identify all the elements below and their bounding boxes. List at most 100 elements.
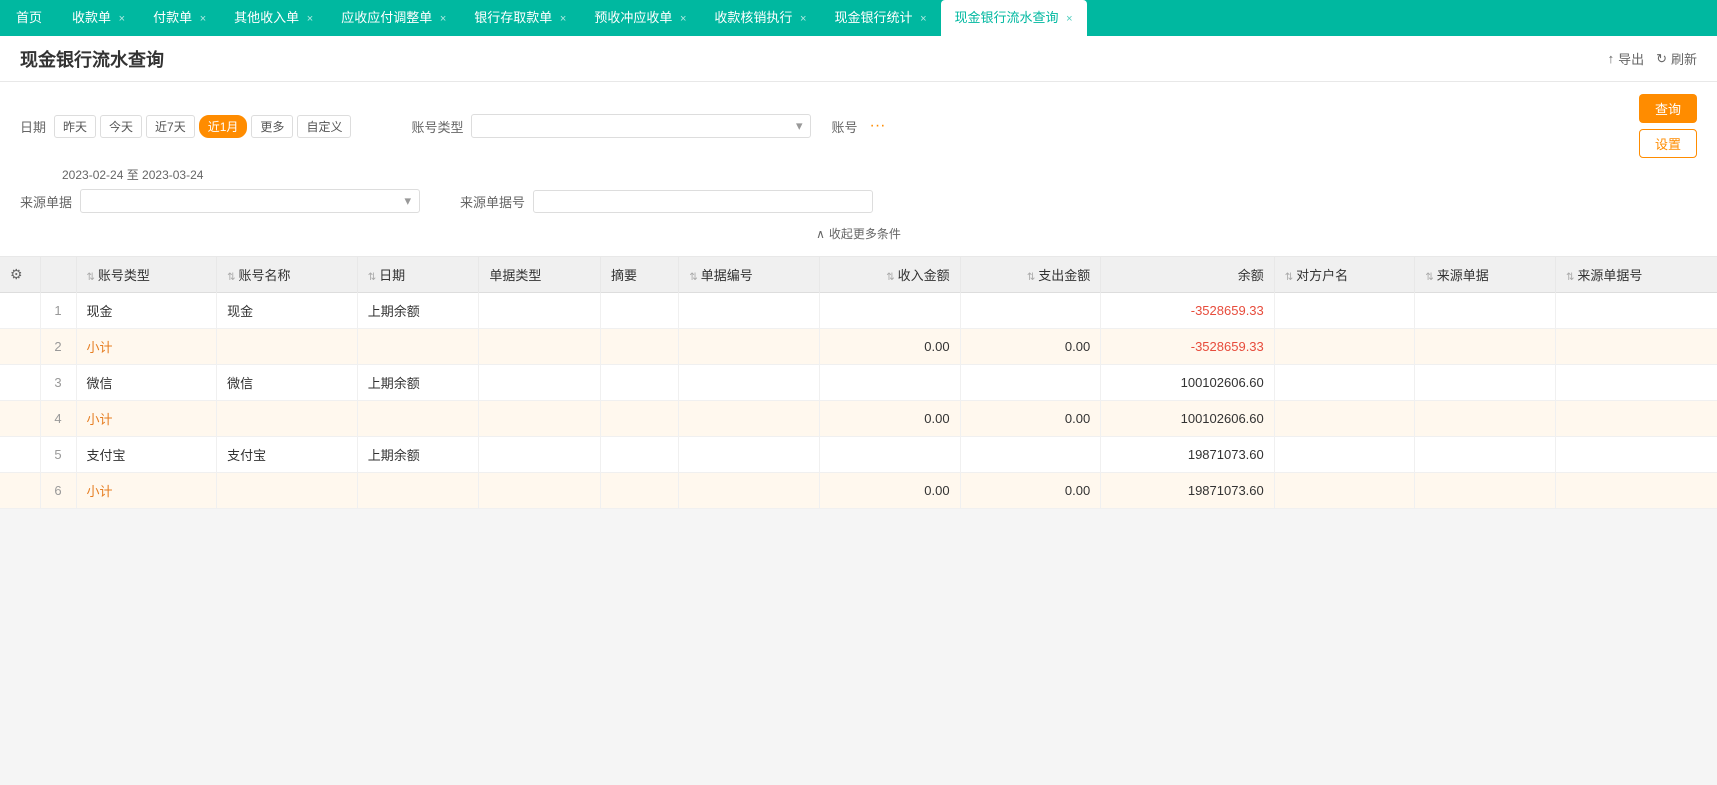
date-btn-yesterday[interactable]: 昨天	[54, 115, 96, 138]
chevron-down-icon: ▾	[796, 118, 803, 134]
row-expense	[960, 293, 1101, 329]
row-source-doc	[1415, 365, 1556, 401]
row-source-doc-no	[1556, 473, 1717, 509]
row-doc-type	[479, 437, 601, 473]
row-num: 5	[40, 437, 76, 473]
row-num: 1	[40, 293, 76, 329]
date-btn-today[interactable]: 今天	[100, 115, 142, 138]
source-doc-no-filter-group: 来源单据号	[460, 190, 873, 213]
row-summary	[601, 401, 679, 437]
row-counterpart	[1274, 365, 1415, 401]
row-account-name: 微信	[217, 365, 358, 401]
nav-home[interactable]: 首页	[0, 0, 58, 36]
date-btn-7days[interactable]: 近7天	[146, 115, 195, 138]
col-date[interactable]: ⇅日期	[357, 257, 479, 293]
row-source-doc-no	[1556, 401, 1717, 437]
account-more-button[interactable]: ···	[865, 117, 889, 135]
chevron-down-icon-2: ▾	[404, 193, 411, 209]
date-btn-custom[interactable]: 自定义	[297, 115, 351, 138]
close-icon[interactable]: ×	[800, 13, 806, 25]
row-account-name	[217, 473, 358, 509]
filter-row-1: 日期 昨天 今天 近7天 近1月 更多 自定义 账号类型 ▾ 账号 ···	[20, 94, 1697, 158]
settings-button[interactable]: 设置	[1639, 129, 1697, 158]
nav-tab-应收应付调整单[interactable]: 应收应付调整单 ×	[327, 0, 460, 36]
col-account-type[interactable]: ⇅账号类型	[76, 257, 217, 293]
row-income	[819, 293, 960, 329]
row-date	[357, 329, 479, 365]
col-account-name[interactable]: ⇅账号名称	[217, 257, 358, 293]
row-num: 4	[40, 401, 76, 437]
row-doc-type	[479, 329, 601, 365]
row-income	[819, 365, 960, 401]
row-expense	[960, 437, 1101, 473]
row-counterpart	[1274, 473, 1415, 509]
row-num: 6	[40, 473, 76, 509]
date-btn-more[interactable]: 更多	[251, 115, 293, 138]
row-source-doc	[1415, 401, 1556, 437]
collapse-bar[interactable]: ∧ 收起更多条件	[20, 221, 1697, 244]
collapse-icon: ∧	[816, 227, 825, 241]
gear-icon[interactable]: ⚙	[10, 266, 23, 282]
nav-tab-收款核销执行[interactable]: 收款核销执行 ×	[700, 0, 820, 36]
col-doc-type: 单据类型	[479, 257, 601, 293]
data-table: ⚙ ⇅账号类型 ⇅账号名称 ⇅日期 单据类型 摘要 ⇅单据编号 ⇅收入金额 ⇅支…	[0, 257, 1717, 509]
row-doc-no	[679, 473, 820, 509]
row-account-type: 支付宝	[76, 437, 217, 473]
table-header-row: ⚙ ⇅账号类型 ⇅账号名称 ⇅日期 单据类型 摘要 ⇅单据编号 ⇅收入金额 ⇅支…	[0, 257, 1717, 293]
source-doc-select[interactable]: ▾	[80, 189, 420, 213]
nav-tab-收款单[interactable]: 收款单 ×	[58, 0, 139, 36]
nav-tab-现金银行统计[interactable]: 现金银行统计 ×	[820, 0, 940, 36]
row-balance: 19871073.60	[1101, 437, 1275, 473]
row-settings-cell	[0, 329, 40, 365]
account-type-filter-group: 账号类型 ▾	[411, 114, 811, 138]
filter-row-2: 来源单据 ▾ 来源单据号	[20, 189, 1697, 213]
row-doc-type	[479, 401, 601, 437]
export-button[interactable]: ↑ 导出	[1608, 49, 1645, 68]
refresh-button[interactable]: ↻ 刷新	[1656, 49, 1697, 68]
refresh-icon: ↻	[1656, 51, 1667, 67]
nav-tab-现金银行流水查询[interactable]: 现金银行流水查询 ×	[941, 0, 1087, 36]
account-type-label: 账号类型	[411, 117, 463, 136]
source-doc-no-input[interactable]	[533, 190, 873, 213]
col-expense[interactable]: ⇅支出金额	[960, 257, 1101, 293]
close-icon[interactable]: ×	[200, 13, 206, 25]
row-date	[357, 473, 479, 509]
row-expense	[960, 365, 1101, 401]
row-doc-type	[479, 293, 601, 329]
close-icon[interactable]: ×	[1066, 13, 1072, 25]
close-icon[interactable]: ×	[680, 13, 686, 25]
table-row: 3 微信 微信 上期余额 100102606.60	[0, 365, 1717, 401]
close-icon[interactable]: ×	[560, 13, 566, 25]
account-type-select[interactable]: ▾	[471, 114, 811, 138]
col-source-doc-no[interactable]: ⇅来源单据号	[1556, 257, 1717, 293]
row-balance: 100102606.60	[1101, 365, 1275, 401]
row-source-doc	[1415, 473, 1556, 509]
col-counterpart[interactable]: ⇅对方户名	[1274, 257, 1415, 293]
row-summary	[601, 365, 679, 401]
table-row: 4 小计 0.00 0.00 100102606.60	[0, 401, 1717, 437]
col-doc-no[interactable]: ⇅单据编号	[679, 257, 820, 293]
row-account-type: 现金	[76, 293, 217, 329]
close-icon[interactable]: ×	[920, 13, 926, 25]
nav-tab-其他收入单[interactable]: 其他收入单 ×	[220, 0, 327, 36]
nav-tab-预收冲应收单[interactable]: 预收冲应收单 ×	[580, 0, 700, 36]
nav-tab-付款单[interactable]: 付款单 ×	[139, 0, 220, 36]
table-row: 2 小计 0.00 0.00 -3528659.33	[0, 329, 1717, 365]
close-icon[interactable]: ×	[307, 13, 313, 25]
row-summary	[601, 473, 679, 509]
header-actions: ↑ 导出 ↻ 刷新	[1608, 49, 1697, 68]
query-button[interactable]: 查询	[1639, 94, 1697, 123]
row-doc-no	[679, 437, 820, 473]
row-source-doc	[1415, 437, 1556, 473]
row-account-type: 小计	[76, 473, 217, 509]
col-source-doc[interactable]: ⇅来源单据	[1415, 257, 1556, 293]
row-source-doc-no	[1556, 437, 1717, 473]
date-btn-1month[interactable]: 近1月	[199, 115, 248, 138]
col-income[interactable]: ⇅收入金额	[819, 257, 960, 293]
row-income: 0.00	[819, 401, 960, 437]
close-icon[interactable]: ×	[440, 13, 446, 25]
row-source-doc	[1415, 293, 1556, 329]
export-icon: ↑	[1608, 51, 1615, 66]
nav-tab-银行存取款单[interactable]: 银行存取款单 ×	[460, 0, 580, 36]
close-icon[interactable]: ×	[119, 13, 125, 25]
